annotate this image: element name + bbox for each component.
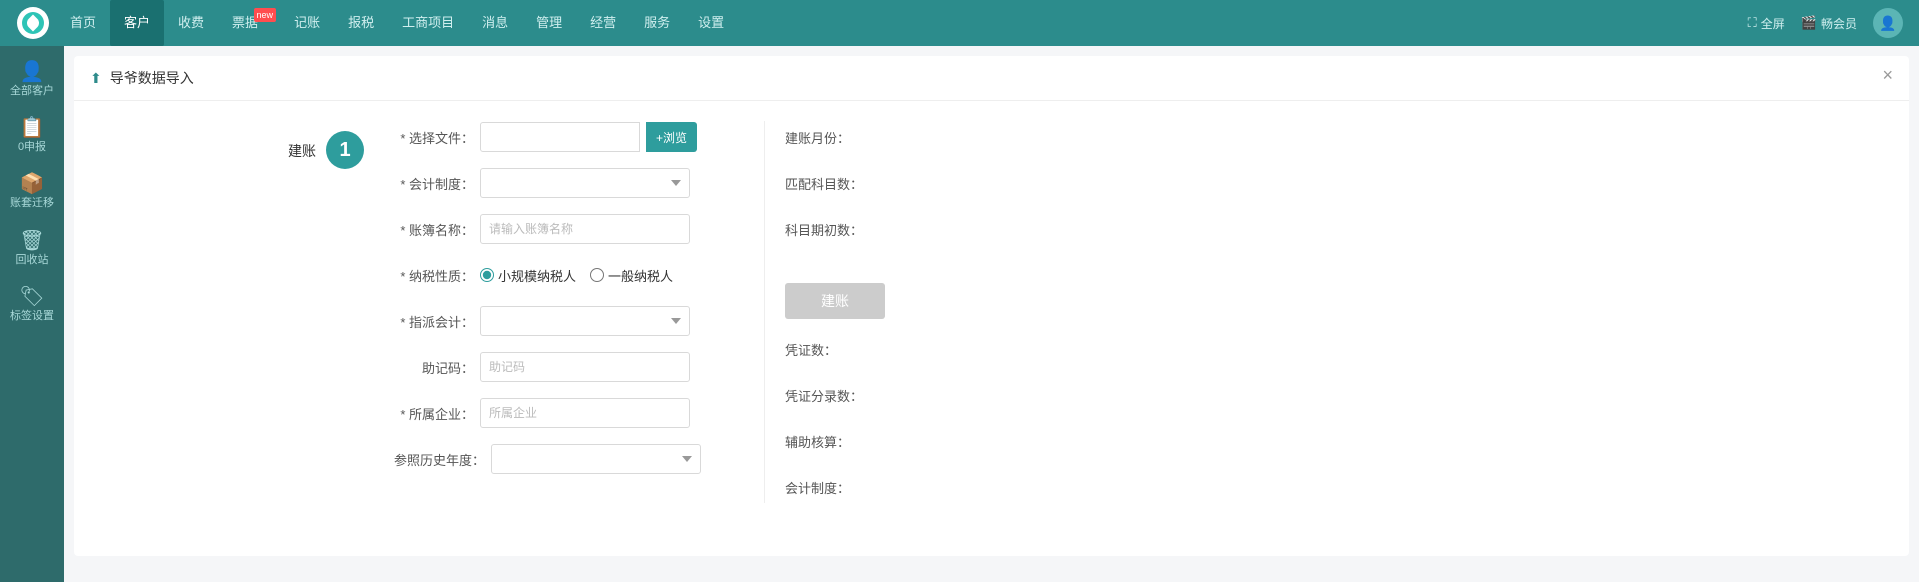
tax-type-radio-group: 小规模纳税人 一般纳税人 bbox=[480, 266, 673, 285]
divider bbox=[764, 121, 765, 503]
accounting-system-select[interactable] bbox=[480, 168, 690, 198]
memo-input[interactable] bbox=[480, 352, 690, 382]
tax-type-label: * 纳税性质： bbox=[394, 266, 474, 285]
fullscreen-icon: ⛶ bbox=[1748, 15, 1757, 31]
voucher-entries-label: 凭证分录数： bbox=[785, 386, 863, 405]
nav-billing[interactable]: 收费 bbox=[164, 0, 218, 46]
right-accounting-system-label: 会计制度： bbox=[785, 478, 850, 497]
tax-type-row: * 纳税性质： 小规模纳税人 一般纳税人 bbox=[394, 259, 744, 291]
tags-icon: 🏷 bbox=[19, 287, 44, 307]
top-nav: 首页 客户 收费 票据 new 记账 报税 工商项目 消息 管理 经营 服务 设… bbox=[0, 0, 1919, 46]
member-label: 畅会员 bbox=[1821, 15, 1857, 32]
voucher-entries-row: 凭证分录数： bbox=[785, 379, 1045, 411]
avatar-icon: 👤 bbox=[1879, 15, 1896, 32]
browse-button[interactable]: +浏览 bbox=[646, 122, 697, 152]
history-year-select[interactable] bbox=[491, 444, 701, 474]
fullscreen-label: 全屏 bbox=[1761, 15, 1785, 32]
all-customers-icon: 👤 bbox=[20, 62, 45, 82]
month-row: 建账月份： bbox=[785, 121, 1045, 153]
tax-type-general[interactable]: 一般纳税人 bbox=[590, 266, 673, 285]
tax-type-small[interactable]: 小规模纳税人 bbox=[480, 266, 576, 285]
file-row: * 选择文件： +浏览 bbox=[394, 121, 744, 153]
tax-type-general-label: 一般纳税人 bbox=[608, 266, 673, 285]
vouchers-label: 凭证数： bbox=[785, 340, 837, 359]
sidebar: 👤 全部客户 📋 0申报 📦 账套迁移 🗑 回收站 🏷 标签设置 bbox=[0, 46, 64, 582]
build-account-button[interactable]: 建账 bbox=[785, 283, 885, 319]
nav-operation[interactable]: 经营 bbox=[576, 0, 630, 46]
company-row: * 所属企业： bbox=[394, 397, 744, 429]
account-migrate-icon: 📦 bbox=[20, 174, 45, 194]
sidebar-item-tags[interactable]: 🏷 标签设置 bbox=[2, 279, 62, 331]
avatar[interactable]: 👤 bbox=[1873, 8, 1903, 38]
nav-service[interactable]: 服务 bbox=[630, 0, 684, 46]
file-input[interactable] bbox=[480, 122, 640, 152]
right-accounting-system-row: 会计制度： bbox=[785, 471, 1045, 503]
member-btn[interactable]: 🎬 畅会员 bbox=[1801, 15, 1857, 32]
form-step-area: 建账 1 bbox=[74, 121, 394, 503]
nav-settings[interactable]: 设置 bbox=[684, 0, 738, 46]
sidebar-item-account-migrate[interactable]: 📦 账套迁移 bbox=[2, 166, 62, 218]
file-label: * 选择文件： bbox=[394, 128, 474, 147]
ledger-name-input[interactable] bbox=[480, 214, 690, 244]
auxiliary-accounting-label: 辅助核算： bbox=[785, 432, 850, 451]
zero-declare-icon: 📋 bbox=[20, 118, 45, 138]
accounting-system-label: * 会计制度： bbox=[394, 174, 474, 193]
panel-title: 导爷数据导入 bbox=[110, 68, 194, 88]
member-icon: 🎬 bbox=[1801, 15, 1817, 31]
nav-manage[interactable]: 管理 bbox=[522, 0, 576, 46]
memo-row: 助记码： bbox=[394, 351, 744, 383]
logo bbox=[10, 0, 56, 46]
memo-label: 助记码： bbox=[394, 358, 474, 377]
nav-customer[interactable]: 客户 bbox=[110, 0, 164, 46]
month-label: 建账月份： bbox=[785, 128, 850, 147]
accountant-select[interactable] bbox=[480, 306, 690, 336]
accountant-label: * 指派会计： bbox=[394, 312, 474, 331]
nav-home[interactable]: 首页 bbox=[56, 0, 110, 46]
match-subjects-row: 匹配科目数： bbox=[785, 167, 1045, 199]
form-left-col: * 选择文件： +浏览 * 会计制度： * 账簿名称： bbox=[394, 121, 744, 503]
auxiliary-accounting-row: 辅助核算： bbox=[785, 425, 1045, 457]
history-year-label: 参照历史年度： bbox=[394, 450, 485, 469]
initial-subjects-label: 科目期初数： bbox=[785, 220, 863, 239]
main-layout: 👤 全部客户 📋 0申报 📦 账套迁移 🗑 回收站 🏷 标签设置 ⬆ 导爷数据导… bbox=[0, 46, 1919, 582]
tags-label: 标签设置 bbox=[10, 310, 54, 323]
content-area: ⬆ 导爷数据导入 × 建账 1 * 选择文件： bbox=[64, 46, 1919, 582]
initial-subjects-row: 科目期初数： bbox=[785, 213, 1045, 245]
sidebar-item-all-customers[interactable]: 👤 全部客户 bbox=[2, 54, 62, 106]
accounting-system-row: * 会计制度： bbox=[394, 167, 744, 199]
company-input[interactable] bbox=[480, 398, 690, 428]
nav-invoice[interactable]: 票据 new bbox=[218, 0, 280, 46]
accountant-row: * 指派会计： bbox=[394, 305, 744, 337]
step-badge: 1 bbox=[326, 131, 364, 169]
history-year-row: 参照历史年度： bbox=[394, 443, 744, 475]
nav-message[interactable]: 消息 bbox=[468, 0, 522, 46]
nav-tax[interactable]: 报税 bbox=[334, 0, 388, 46]
recycle-icon: 🗑 bbox=[19, 231, 44, 251]
fullscreen-btn[interactable]: ⛶ 全屏 bbox=[1748, 15, 1785, 32]
company-label: * 所属企业： bbox=[394, 404, 474, 423]
nav-right: ⛶ 全屏 🎬 畅会员 👤 bbox=[1748, 8, 1919, 38]
ledger-name-row: * 账簿名称： bbox=[394, 213, 744, 245]
ledger-name-label: * 账簿名称： bbox=[394, 220, 474, 239]
all-customers-label: 全部客户 bbox=[10, 85, 54, 98]
form-panel: ⬆ 导爷数据导入 × 建账 1 * 选择文件： bbox=[74, 56, 1909, 556]
nav-items: 首页 客户 收费 票据 new 记账 报税 工商项目 消息 管理 经营 服务 设… bbox=[56, 0, 1748, 46]
nav-bookkeeping[interactable]: 记账 bbox=[280, 0, 334, 46]
step-label: 建账 bbox=[288, 131, 316, 161]
form-right-col: 建账月份： 匹配科目数： 科目期初数： 建账 凭证数： bbox=[785, 121, 1045, 503]
form-panel-header: ⬆ 导爷数据导入 bbox=[74, 56, 1909, 101]
tax-type-small-label: 小规模纳税人 bbox=[498, 266, 576, 285]
zero-declare-label: 0申报 bbox=[18, 141, 46, 154]
nav-business[interactable]: 工商项目 bbox=[388, 0, 468, 46]
form-body: 建账 1 * 选择文件： +浏览 * 会计制度： bbox=[74, 101, 1909, 523]
vouchers-row: 凭证数： bbox=[785, 333, 1045, 365]
match-subjects-label: 匹配科目数： bbox=[785, 174, 863, 193]
close-button[interactable]: × bbox=[1882, 66, 1893, 84]
sidebar-item-recycle[interactable]: 🗑 回收站 bbox=[2, 223, 62, 275]
recycle-label: 回收站 bbox=[16, 254, 49, 267]
import-icon: ⬆ bbox=[90, 70, 102, 87]
new-badge: new bbox=[254, 8, 277, 22]
sidebar-item-zero-declare[interactable]: 📋 0申报 bbox=[2, 110, 62, 162]
account-migrate-label: 账套迁移 bbox=[10, 197, 54, 210]
